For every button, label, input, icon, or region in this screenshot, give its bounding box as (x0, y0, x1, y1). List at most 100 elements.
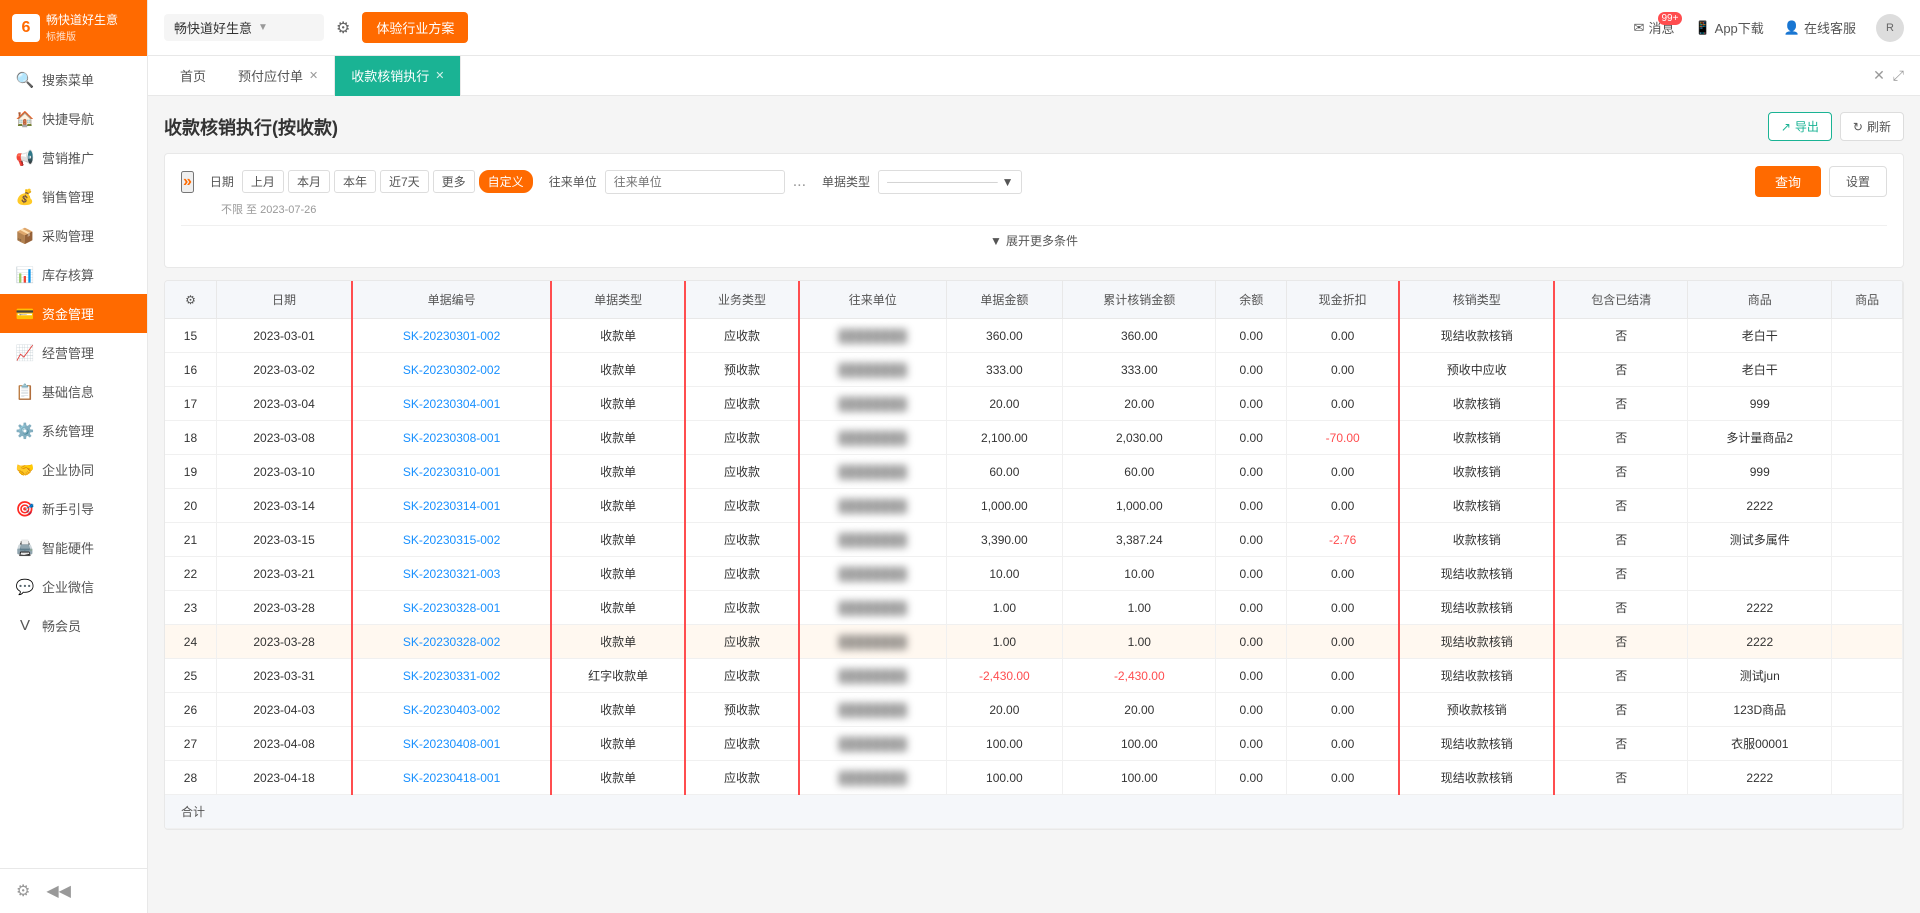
partner-input[interactable] (605, 170, 785, 194)
th-cumulative[interactable]: 累计核销金额 (1063, 281, 1216, 319)
sidebar-item-inventory[interactable]: 📊 库存核算 (0, 255, 147, 294)
tabs-bar: 首页 预付应付单 ✕ 收款核销执行 ✕ ✕ ⤢ (148, 56, 1920, 96)
cell-balance: 0.00 (1216, 591, 1287, 625)
cell-num: 21 (165, 523, 216, 557)
sn-link[interactable]: SK-20230403-002 (403, 703, 500, 717)
sn-link[interactable]: SK-20230321-003 (403, 567, 500, 581)
cell-included: 否 (1554, 693, 1687, 727)
sidebar-collapse-button[interactable]: ◀◀ (46, 881, 71, 901)
th-goods2[interactable]: 商品 (1832, 281, 1903, 319)
sidebar-item-system[interactable]: ⚙️ 系统管理 (0, 411, 147, 450)
sn-link[interactable]: SK-20230328-001 (403, 601, 500, 615)
sidebar-item-member[interactable]: V 畅会员 (0, 606, 147, 645)
cell-cumulative: 10.00 (1063, 557, 1216, 591)
sidebar-item-sales[interactable]: 💰 销售管理 (0, 177, 147, 216)
date-label: 日期 (210, 173, 234, 190)
cell-num: 26 (165, 693, 216, 727)
industry-button[interactable]: 体验行业方案 (362, 12, 468, 43)
query-button[interactable]: 查询 (1755, 166, 1821, 197)
cell-amount: 360.00 (946, 319, 1063, 353)
cell-sn: SK-20230302-002 (352, 353, 551, 387)
tab-preapply[interactable]: 预付应付单 ✕ (222, 56, 335, 96)
expand-conditions-button[interactable]: ▼ 展开更多条件 (181, 225, 1887, 255)
date-btn-custom[interactable]: 自定义 (479, 170, 533, 193)
sn-link[interactable]: SK-20230315-002 (403, 533, 500, 547)
cell-cumulative: -2,430.00 (1063, 659, 1216, 693)
sn-link[interactable]: SK-20230408-001 (403, 737, 500, 751)
user-avatar[interactable]: R (1876, 14, 1904, 42)
sn-link[interactable]: SK-20230328-002 (403, 635, 500, 649)
sn-link[interactable]: SK-20230302-002 (403, 363, 500, 377)
sidebar-item-marketing[interactable]: 📢 营销推广 (0, 138, 147, 177)
tab-collection[interactable]: 收款核销执行 ✕ (335, 56, 461, 96)
main-area: 畅快道好生意 ▼ ⚙ 体验行业方案 ✉ 消息 99+ 📱 App下载 👤 在线客… (148, 0, 1920, 913)
sn-link[interactable]: SK-20230418-001 (403, 771, 500, 785)
cell-cumulative: 20.00 (1063, 387, 1216, 421)
cell-goods2 (1832, 319, 1903, 353)
message-button[interactable]: ✉ 消息 99+ (1634, 18, 1675, 37)
cell-included: 否 (1554, 761, 1687, 795)
sidebar-menu: 🔍 搜索菜单 🏠 快捷导航 📢 营销推广 💰 销售管理 📦 采购管理 📊 库存核… (0, 56, 147, 868)
sidebar-label-guide: 新手引导 (42, 499, 94, 518)
sidebar-item-wechat[interactable]: 💬 企业微信 (0, 567, 147, 606)
date-btn-7days[interactable]: 近7天 (380, 170, 429, 193)
tab-close-all-icon[interactable]: ✕ (1873, 67, 1885, 84)
vtype-select[interactable]: ───────────── ▼ (878, 170, 1022, 194)
cell-partner: ████████ (799, 387, 946, 421)
th-amount[interactable]: 单据金额 (946, 281, 1063, 319)
th-xtype[interactable]: 核销类型 (1399, 281, 1554, 319)
sidebar-gear-button[interactable]: ⚙ (16, 881, 30, 901)
th-discount[interactable]: 现金折扣 (1287, 281, 1400, 319)
header-gear-icon[interactable]: ⚙ (336, 18, 350, 38)
th-vtype[interactable]: 单据类型 (551, 281, 685, 319)
sidebar-item-hardware[interactable]: 🖨️ 智能硬件 (0, 528, 147, 567)
th-balance[interactable]: 余额 (1216, 281, 1287, 319)
th-btype[interactable]: 业务类型 (685, 281, 799, 319)
th-date[interactable]: 日期 (216, 281, 352, 319)
tab-collection-close[interactable]: ✕ (435, 69, 444, 82)
sn-link[interactable]: SK-20230310-001 (403, 465, 500, 479)
sn-link[interactable]: SK-20230331-002 (403, 669, 500, 683)
online-service-button[interactable]: 👤 在线客服 (1784, 18, 1856, 37)
cell-balance: 0.00 (1216, 523, 1287, 557)
sidebar-item-search[interactable]: 🔍 搜索菜单 (0, 60, 147, 99)
top-header: 畅快道好生意 ▼ ⚙ 体验行业方案 ✉ 消息 99+ 📱 App下载 👤 在线客… (148, 0, 1920, 56)
sidebar-item-operation[interactable]: 📈 经营管理 (0, 333, 147, 372)
cell-partner: ████████ (799, 591, 946, 625)
sidebar-item-purchase[interactable]: 📦 采购管理 (0, 216, 147, 255)
date-btn-lastmonth[interactable]: 上月 (242, 170, 284, 193)
date-btn-thisyear[interactable]: 本年 (334, 170, 376, 193)
tab-expand-icon[interactable]: ⤢ (1893, 67, 1904, 84)
app-download-button[interactable]: 📱 App下载 (1694, 18, 1763, 37)
table-scroll[interactable]: ⚙ 日期 单据编号 单据类型 业务类型 往来单位 单据金额 累计核销金额 余额 … (165, 281, 1903, 829)
sn-link[interactable]: SK-20230304-001 (403, 397, 500, 411)
date-btn-thismonth[interactable]: 本月 (288, 170, 330, 193)
tab-preapply-close[interactable]: ✕ (309, 69, 318, 82)
sn-link[interactable]: SK-20230301-002 (403, 329, 500, 343)
sidebar-item-basic[interactable]: 📋 基础信息 (0, 372, 147, 411)
sidebar-item-corp[interactable]: 🤝 企业协同 (0, 450, 147, 489)
th-partner[interactable]: 往来单位 (799, 281, 946, 319)
cell-discount: 0.00 (1287, 387, 1400, 421)
th-goods1[interactable]: 商品 (1688, 281, 1832, 319)
page-header: 收款核销执行(按收款) ↗ 导出 ↻ 刷新 (164, 112, 1904, 141)
th-included[interactable]: 包含已结清 (1554, 281, 1687, 319)
cell-balance: 0.00 (1216, 387, 1287, 421)
export-button[interactable]: ↗ 导出 (1768, 112, 1832, 141)
th-sn[interactable]: 单据编号 (352, 281, 551, 319)
tab-home[interactable]: 首页 (164, 56, 222, 96)
th-settings[interactable]: ⚙ (165, 281, 216, 319)
refresh-button[interactable]: ↻ 刷新 (1840, 112, 1904, 141)
cell-balance: 0.00 (1216, 319, 1287, 353)
sn-link[interactable]: SK-20230308-001 (403, 431, 500, 445)
app-selector[interactable]: 畅快道好生意 ▼ (164, 14, 324, 41)
date-btn-more[interactable]: 更多 (433, 170, 475, 193)
sidebar-item-guide[interactable]: 🎯 新手引导 (0, 489, 147, 528)
filter-expand-button[interactable]: » (181, 171, 194, 193)
table-row: 19 2023-03-10 SK-20230310-001 收款单 应收款 ██… (165, 455, 1903, 489)
settings-button[interactable]: 设置 (1829, 166, 1887, 197)
cell-num: 22 (165, 557, 216, 591)
sn-link[interactable]: SK-20230314-001 (403, 499, 500, 513)
sidebar-item-finance[interactable]: 💳 资金管理 (0, 294, 147, 333)
sidebar-item-quicknav[interactable]: 🏠 快捷导航 (0, 99, 147, 138)
